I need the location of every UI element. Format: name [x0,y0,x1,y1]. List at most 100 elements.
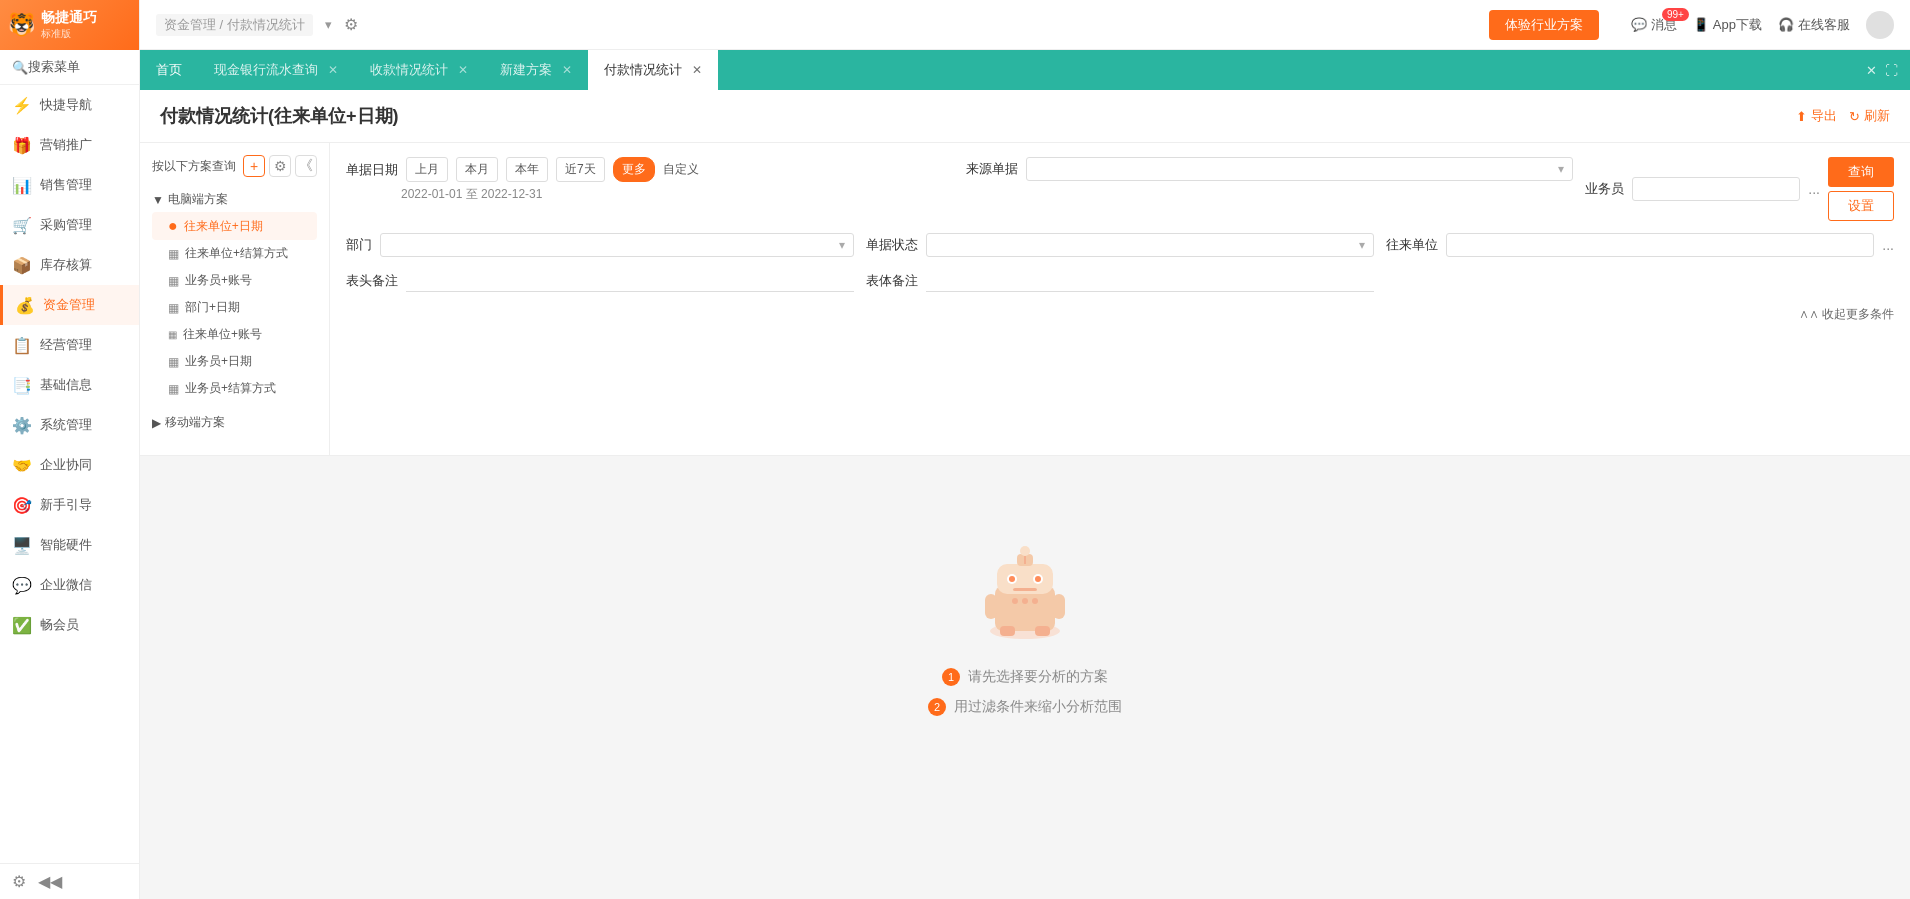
filter-settings-btn[interactable]: 设置 [1828,191,1894,221]
sidebar-item-wechat[interactable]: 💬 企业微信 [0,565,139,605]
sidebar-label-wechat: 企业微信 [40,576,92,594]
sales-icon: 📊 [12,175,32,195]
header-note-input[interactable] [406,269,854,292]
refresh-label: 刷新 [1864,107,1890,125]
tab-close-all-icon[interactable]: ✕ [1866,63,1877,78]
empty-state: 1 请先选择要分析的方案 2 用过滤条件来缩小分析范围 [140,456,1910,796]
search-menu-item[interactable]: 🔍 搜索菜单 [0,50,139,85]
topbar-dropdown-icon[interactable]: ▾ [325,17,332,32]
sidebar-item-corp[interactable]: 🤝 企业协同 [0,445,139,485]
query-btn[interactable]: 查询 [1828,157,1894,187]
body-note-input[interactable] [926,269,1374,292]
sidebar-item-quick-nav[interactable]: ⚡ 快捷导航 [0,85,139,125]
topbar: 资金管理 / 付款情况统计 ▾ ⚙ 体验行业方案 💬 消息 99+ 📱 App下… [140,0,1910,50]
svg-rect-2 [985,594,997,619]
staff-dots[interactable]: ... [1808,181,1820,197]
sidebar-label-marketing: 营销推广 [40,136,92,154]
dept-filter-cell: 部门 ▾ [346,233,854,257]
tab-new-scheme[interactable]: 新建方案 ✕ [484,50,588,90]
sidebar-item-hardware[interactable]: 🖥️ 智能硬件 [0,525,139,565]
scheme-item-counterparty-settle[interactable]: ▦ 往来单位+结算方式 [152,240,317,267]
scheme-item-dept-date[interactable]: ▦ 部门+日期 [152,294,317,321]
user-avatar[interactable] [1866,11,1894,39]
source-filter-cell: 来源单据 ▾ [966,157,1574,181]
doc-status-label: 单据状态 [866,236,918,254]
inventory-icon: 📦 [12,255,32,275]
tab-receipt-close[interactable]: ✕ [458,63,468,77]
sidebar-label-purchase: 采购管理 [40,216,92,234]
scheme-item-icon-1: ▦ [168,247,179,261]
sidebar-item-guide[interactable]: 🎯 新手引导 [0,485,139,525]
scheme-add-btn[interactable]: + [243,155,265,177]
scheme-item-counterparty-account[interactable]: ▦ 往来单位+账号 [152,321,317,348]
scheme-item-staff-date[interactable]: ▦ 业务员+日期 [152,348,317,375]
scheme-item-icon-2: ▦ [168,274,179,288]
tab-bank-close[interactable]: ✕ [328,63,338,77]
tab-expand-icon[interactable]: ⛶ [1885,63,1898,78]
date-btn-more[interactable]: 更多 [613,157,655,182]
scheme-item-staff-settle[interactable]: ▦ 业务员+结算方式 [152,375,317,402]
filter-row-3: 表头备注 表体备注 [346,269,1894,292]
scheme-item-staff-account[interactable]: ▦ 业务员+账号 [152,267,317,294]
sidebar-item-sales[interactable]: 📊 销售管理 [0,165,139,205]
empty-hint-2-text: 用过滤条件来缩小分析范围 [954,698,1122,716]
sidebar-label-inventory: 库存核算 [40,256,92,274]
date-btn-this-year[interactable]: 本年 [506,157,548,182]
counterparty-dots[interactable]: ... [1882,237,1894,253]
dept-select[interactable]: ▾ [380,233,854,257]
sidebar-label-quick-nav: 快捷导航 [40,96,92,114]
app-download-btn[interactable]: 📱 App下载 [1693,16,1762,34]
collapse-sidebar-btn[interactable]: ◀◀ [38,872,62,891]
scheme-group-mobile-title[interactable]: ▶ 移动端方案 [152,410,317,435]
topbar-settings-btn[interactable]: ⚙ [344,15,358,34]
sidebar-item-business[interactable]: 📋 经营管理 [0,325,139,365]
msg-btn[interactable]: 💬 消息 99+ [1631,16,1677,34]
sidebar-item-purchase[interactable]: 🛒 采购管理 [0,205,139,245]
tab-bank-label: 现金银行流水查询 [214,61,318,79]
export-label: 导出 [1811,107,1837,125]
collapse-icon: ∧∧ [1799,307,1819,321]
sidebar-item-inventory[interactable]: 📦 库存核算 [0,245,139,285]
filter-right-panel: 单据日期 上月 本月 本年 近7天 更多 自定义 2022-01-01 至 20… [330,143,1910,455]
scheme-group-desktop-title[interactable]: ▼ 电脑端方案 [152,187,317,212]
settings-footer-btn[interactable]: ⚙ [12,872,26,891]
doc-status-select-arrow: ▾ [1359,238,1365,252]
tab-new-scheme-close[interactable]: ✕ [562,63,572,77]
export-btn[interactable]: ⬆ 导出 [1796,107,1837,125]
sidebar-item-system[interactable]: ⚙️ 系统管理 [0,405,139,445]
empty-state-icon [965,536,1085,656]
doc-status-select[interactable]: ▾ [926,233,1374,257]
tab-receipt[interactable]: 收款情况统计 ✕ [354,50,484,90]
online-service-btn[interactable]: 🎧 在线客服 [1778,16,1850,34]
sidebar-item-basic[interactable]: 📑 基础信息 [0,365,139,405]
sidebar-item-member[interactable]: ✅ 畅会员 [0,605,139,645]
staff-filter-label: 业务员 [1585,180,1624,198]
staff-filter-cell: 业务员 ... 查询 设置 [1585,157,1894,221]
dept-select-arrow: ▾ [839,238,845,252]
collapse-more-btn[interactable]: ∧∧ 收起更多条件 [346,300,1894,329]
sidebar-item-marketing[interactable]: 🎁 营销推广 [0,125,139,165]
tab-payment-close[interactable]: ✕ [692,63,702,77]
tab-payment-label: 付款情况统计 [604,61,682,79]
date-btn-last-7days[interactable]: 近7天 [556,157,605,182]
sidebar-item-finance[interactable]: 💰 资金管理 [0,285,139,325]
counterparty-filter-cell: 往来单位 ... [1386,233,1894,257]
tab-payment[interactable]: 付款情况统计 ✕ [588,50,718,90]
source-select[interactable]: ▾ [1026,157,1574,181]
scheme-collapse-btn[interactable]: 《 [295,155,317,177]
header-note-label: 表头备注 [346,272,398,290]
date-btn-last-month[interactable]: 上月 [406,157,448,182]
sidebar-nav: ⚡ 快捷导航 🎁 营销推广 📊 销售管理 🛒 采购管理 📦 库存核算 💰 资金管… [0,85,139,863]
scheme-item-active-icon: ● [168,217,178,235]
quick-nav-icon: ⚡ [12,95,32,115]
scheme-settings-btn[interactable]: ⚙ [269,155,291,177]
refresh-btn[interactable]: ↻ 刷新 [1849,107,1890,125]
counterparty-input[interactable] [1446,233,1874,257]
staff-input[interactable] [1632,177,1800,201]
tab-home[interactable]: 首页 [140,50,198,90]
date-btn-this-month[interactable]: 本月 [456,157,498,182]
scheme-item-counterparty-date[interactable]: ● 往来单位+日期 [152,212,317,240]
trial-btn[interactable]: 体验行业方案 [1489,10,1599,40]
tab-bank[interactable]: 现金银行流水查询 ✕ [198,50,354,90]
body-note-label: 表体备注 [866,272,918,290]
